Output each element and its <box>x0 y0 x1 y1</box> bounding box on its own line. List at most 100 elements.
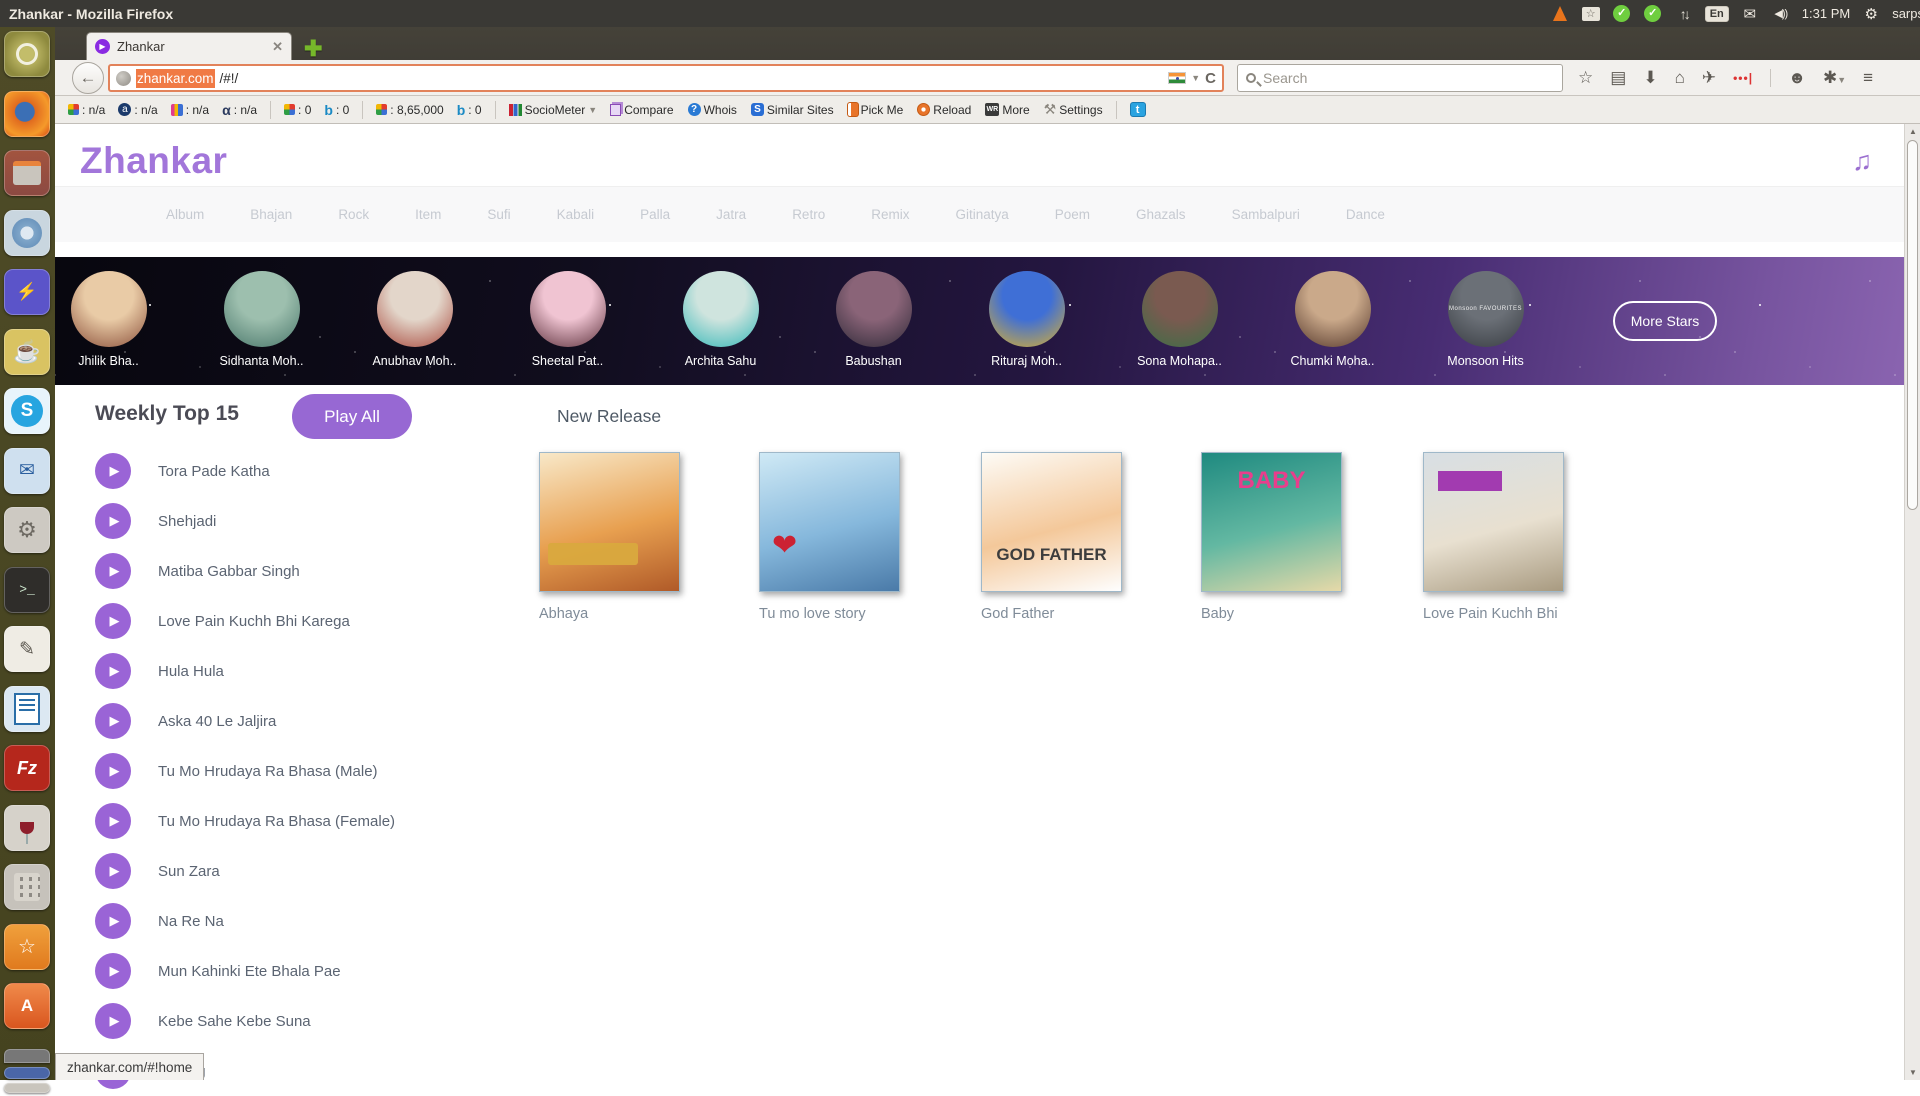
song-row[interactable]: ▶ Mun Kahinki Ete Bhala Pae <box>95 946 395 996</box>
song-row[interactable]: ▶ Matiba Gabbar Singh <box>95 546 395 596</box>
play-all-button[interactable]: Play All <box>292 394 412 439</box>
album-card[interactable]: BABY Baby <box>1201 452 1346 622</box>
skype-status-icon-2[interactable]: ✓ <box>1643 5 1663 23</box>
url-bar[interactable]: zhankar.com /#!/ ▼ C <box>108 64 1224 92</box>
album-card[interactable]: Abhaya <box>539 452 684 622</box>
site-nav-item-album[interactable]: Album <box>166 207 204 222</box>
seo-button-more[interactable]: WRMore <box>985 103 1029 117</box>
song-play-button[interactable]: ▶ <box>95 703 131 739</box>
star-item[interactable]: Archita Sahu <box>644 271 797 368</box>
star-avatar[interactable] <box>1142 271 1218 347</box>
site-nav-item-ghazals[interactable]: Ghazals <box>1136 207 1186 222</box>
scroll-down-icon[interactable]: ▼ <box>1909 1068 1917 1077</box>
site-identity-globe-icon[interactable] <box>116 71 131 86</box>
site-nav-item-palla[interactable]: Palla <box>640 207 670 222</box>
search-bar[interactable]: Search <box>1237 64 1563 92</box>
seo-button-reload[interactable]: Reload <box>917 103 971 117</box>
seo-button-pick-me[interactable]: Pick Me <box>848 103 904 117</box>
album-cover[interactable]: GOD FATHER <box>981 452 1122 592</box>
vlc-icon[interactable] <box>1550 5 1570 23</box>
favorites-folder-icon[interactable]: ☆ <box>1581 5 1601 23</box>
star-avatar[interactable] <box>683 271 759 347</box>
scrollbar-thumb[interactable] <box>1907 140 1918 510</box>
seo-stat[interactable]: : n/a <box>68 103 105 117</box>
new-tab-button[interactable]: ✚ <box>304 36 322 62</box>
launcher-icon-filezilla[interactable]: Fz <box>4 745 50 791</box>
song-play-button[interactable]: ▶ <box>95 903 131 939</box>
song-row[interactable]: ▶ Kebe Sahe Kebe Suna <box>95 996 395 1046</box>
launcher-icon-remote-desktop[interactable]: ⚡ <box>4 269 50 315</box>
launcher-icon-calculator[interactable] <box>4 864 50 910</box>
album-cover[interactable]: BABY <box>1201 452 1342 592</box>
launcher-icon-skype[interactable]: S <box>4 388 50 434</box>
username[interactable]: sarps <box>1892 6 1920 21</box>
flag-extension-icon[interactable] <box>1168 72 1186 84</box>
song-row[interactable]: ▶ Tu Mo Hrudaya Ra Bhasa (Female) <box>95 796 395 846</box>
site-nav-item-dance[interactable]: Dance <box>1346 207 1385 222</box>
seo-stat[interactable]: a: n/a <box>118 103 157 117</box>
launcher-icon-ubuntu-dash[interactable] <box>4 31 50 77</box>
star-item[interactable]: Babushan <box>797 271 950 368</box>
star-avatar[interactable] <box>377 271 453 347</box>
star-item[interactable]: Anubhav Moh.. <box>338 271 491 368</box>
bookmark-star-icon[interactable]: ☆ <box>1578 68 1593 88</box>
star-item[interactable]: Sona Mohapa.. <box>1103 271 1256 368</box>
site-nav-item-item[interactable]: Item <box>415 207 441 222</box>
song-row[interactable]: ▶ Shehjadi <box>95 496 395 546</box>
song-row[interactable]: ▶ Sun Zara <box>95 846 395 896</box>
back-button[interactable]: ← <box>72 62 104 94</box>
send-tab-icon[interactable]: ✈ <box>1702 68 1716 88</box>
site-nav-item-retro[interactable]: Retro <box>792 207 825 222</box>
star-item[interactable]: Rituraj Moh.. <box>950 271 1103 368</box>
site-logo[interactable]: Zhankar <box>80 140 227 182</box>
seo-button-compare[interactable]: Compare <box>610 103 673 117</box>
reading-list-icon[interactable]: ▤ <box>1610 68 1626 88</box>
song-play-button[interactable]: ▶ <box>95 603 131 639</box>
song-play-button[interactable]: ▶ <box>95 1003 131 1039</box>
seo-button-similar-sites[interactable]: SSimilar Sites <box>751 103 834 117</box>
browser-tab[interactable]: ▶ Zhankar ✕ <box>86 32 292 60</box>
album-cover[interactable]: ❤ <box>759 452 900 592</box>
site-nav-item-sambalpuri[interactable]: Sambalpuri <box>1232 207 1300 222</box>
song-row[interactable]: ▶ Aska 40 Le Jaljira <box>95 696 395 746</box>
song-row[interactable]: ▶ Love Pain Kuchh Bhi Karega <box>95 596 395 646</box>
star-avatar[interactable] <box>836 271 912 347</box>
song-row[interactable]: ▶ Tora Pade Katha <box>95 446 395 496</box>
url-dropdown-icon[interactable]: ▼ <box>1191 73 1200 83</box>
site-nav-item-sufi[interactable]: Sufi <box>487 207 510 222</box>
star-avatar[interactable] <box>530 271 606 347</box>
launcher-icon-text-editor[interactable]: ✎ <box>4 626 50 672</box>
tab-close-icon[interactable]: ✕ <box>272 39 283 55</box>
launcher-icon-file-manager[interactable] <box>4 150 50 196</box>
launcher-icon-stacked-apps[interactable] <box>4 1049 50 1063</box>
extension-dots-icon[interactable]: •••| <box>1733 71 1753 85</box>
album-card[interactable]: ❤ Tu mo love story <box>759 452 904 622</box>
site-nav-item-bhajan[interactable]: Bhajan <box>250 207 292 222</box>
site-nav-item-poem[interactable]: Poem <box>1055 207 1090 222</box>
session-gear-icon[interactable]: ⚙ <box>1861 5 1881 23</box>
star-item[interactable]: Sheetal Pat.. <box>491 271 644 368</box>
twitter-icon[interactable]: t <box>1130 102 1146 117</box>
song-play-button[interactable]: ▶ <box>95 853 131 889</box>
launcher-icon-software-center[interactable]: A <box>4 983 50 1029</box>
site-nav-item-gitinatya[interactable]: Gitinatya <box>955 207 1008 222</box>
more-stars-button[interactable]: More Stars <box>1613 301 1717 341</box>
launcher-icon-wine[interactable] <box>4 805 50 851</box>
star-avatar[interactable]: Monsoon FAVOURITES <box>1448 271 1524 347</box>
seo-stat[interactable]: : n/a <box>171 103 209 117</box>
launcher-icon-stacked-apps[interactable] <box>4 1083 50 1093</box>
seo-stat[interactable]: b: 0 <box>324 102 349 118</box>
seo-stat[interactable]: : 8,65,000 <box>376 103 443 117</box>
seo-stat[interactable]: b: 0 <box>457 102 482 118</box>
star-avatar[interactable] <box>71 271 147 347</box>
launcher-icon-thunderbird[interactable]: ✉ <box>4 448 50 494</box>
star-avatar[interactable] <box>224 271 300 347</box>
launcher-icon-firefox[interactable] <box>4 91 50 137</box>
launcher-icon-stacked-apps[interactable] <box>4 1067 50 1079</box>
menu-hamburger-icon[interactable]: ≡ <box>1863 68 1873 88</box>
seo-stat[interactable]: : 0 <box>284 103 311 117</box>
reload-icon[interactable]: C <box>1205 70 1216 87</box>
song-play-button[interactable]: ▶ <box>95 503 131 539</box>
clock[interactable]: 1:31 PM <box>1802 6 1850 21</box>
song-play-button[interactable]: ▶ <box>95 453 131 489</box>
